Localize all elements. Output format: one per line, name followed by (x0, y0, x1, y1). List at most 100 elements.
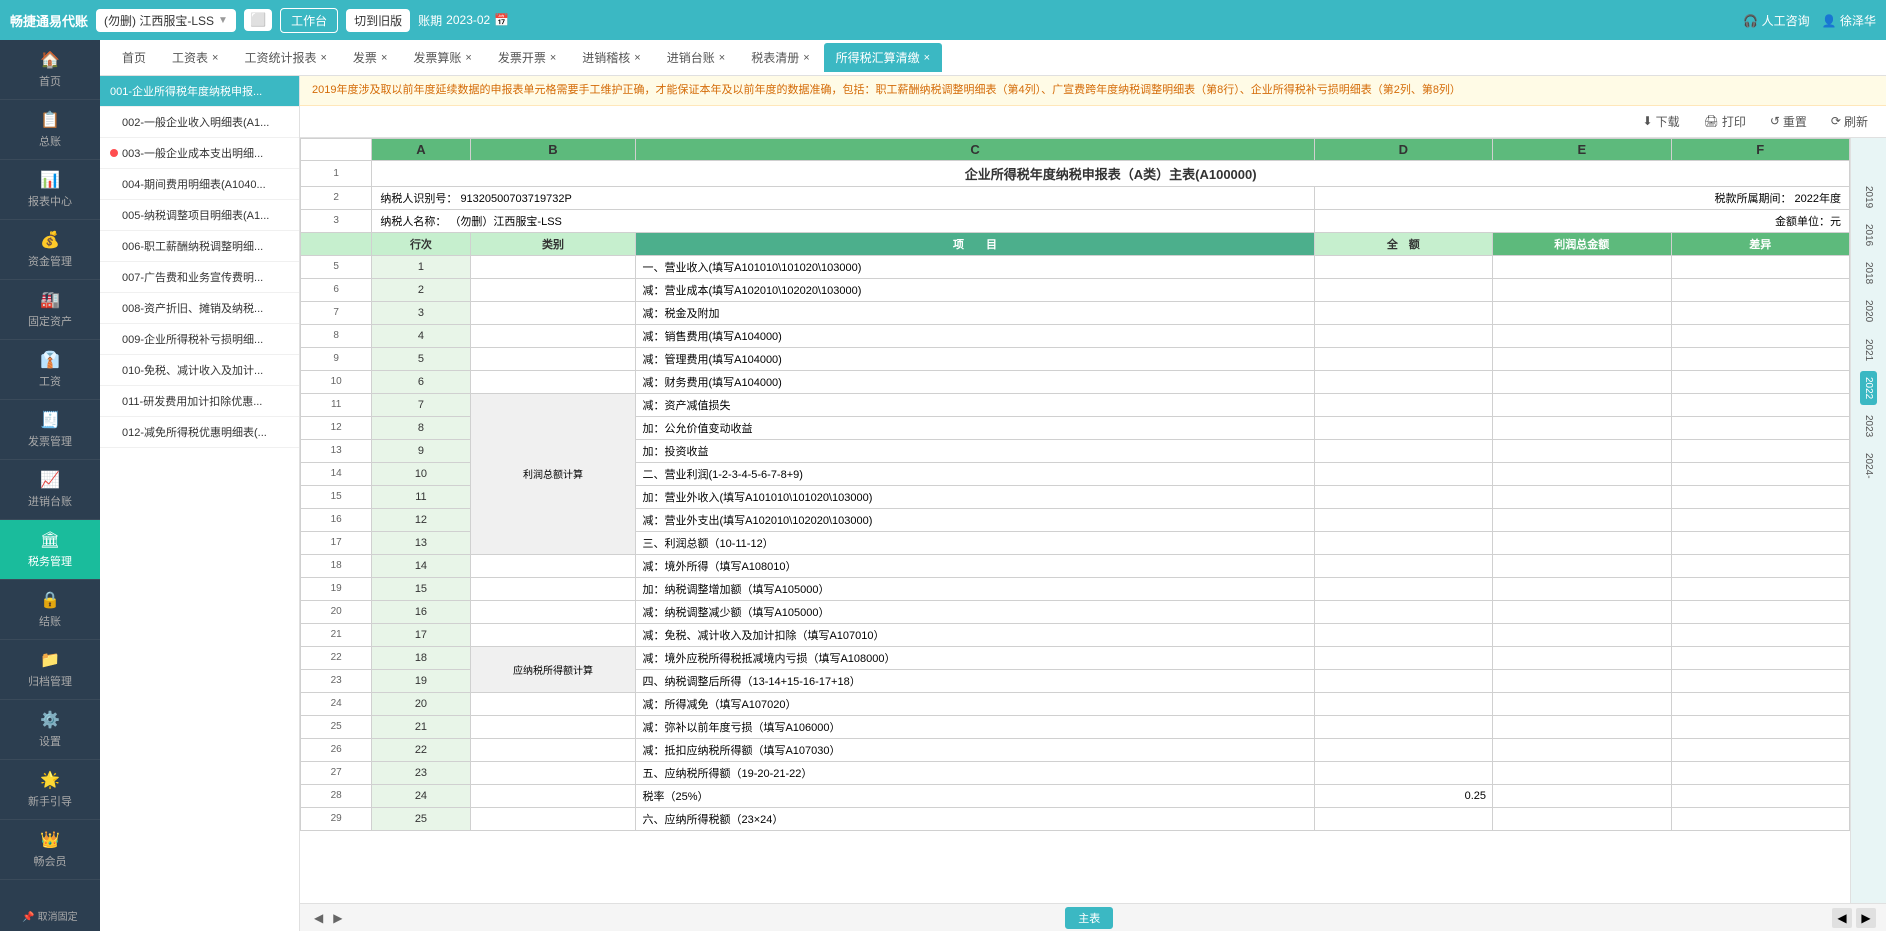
switch-old-button[interactable]: 切到旧版 (346, 9, 410, 32)
sidebar-item-close[interactable]: 🔒 结账 (0, 580, 100, 640)
tab-invoice-calc-close[interactable]: × (465, 52, 471, 64)
row-amount[interactable] (1314, 531, 1492, 554)
year-2021[interactable]: 2021 (1860, 333, 1877, 367)
year-2016[interactable]: 2016 (1860, 218, 1877, 252)
left-panel-item-008[interactable]: 008-资产折旧、摊销及纳税... (100, 293, 299, 324)
left-panel-item-012[interactable]: 012-减免所得税优惠明细表(... (100, 417, 299, 448)
left-panel-item-006[interactable]: 006-职工薪酬纳税调整明细... (100, 231, 299, 262)
tab-tax-register-close[interactable]: × (803, 52, 809, 64)
row-amount[interactable] (1314, 301, 1492, 324)
tab-sales-ledger[interactable]: 进销台账 × (655, 43, 737, 72)
reset-button[interactable]: ↺ 重置 (1764, 110, 1813, 133)
sidebar-item-guide[interactable]: 🌟 新手引导 (0, 760, 100, 820)
row-item[interactable]: 二、营业利润(1-2-3-4-5-6-7-8+9) (636, 462, 1314, 485)
row-item[interactable]: 加：投资收益 (636, 439, 1314, 462)
sidebar-item-finance[interactable]: 💰 资金管理 (0, 220, 100, 280)
row-amount[interactable] (1314, 554, 1492, 577)
tab-invoice[interactable]: 发票 × (341, 43, 399, 72)
year-2020[interactable]: 2020 (1860, 294, 1877, 328)
sidebar-item-home[interactable]: 🏠 首页 (0, 40, 100, 100)
row-item[interactable]: 税率（25%） (636, 784, 1314, 807)
row-amount[interactable] (1314, 692, 1492, 715)
year-2023[interactable]: 2023 (1860, 409, 1877, 443)
company-selector[interactable]: (勿删) 江西服宝-LSS ▼ (96, 9, 236, 32)
sidebar-item-tax[interactable]: 🏛 税务管理 (0, 520, 100, 580)
sidebar-item-settings[interactable]: ⚙️ 设置 (0, 700, 100, 760)
left-panel-item-001[interactable]: 001-企业所得税年度纳税申报... (100, 76, 299, 107)
tab-salary[interactable]: 工资表 × (160, 43, 230, 72)
sidebar-item-archive[interactable]: 📁 归档管理 (0, 640, 100, 700)
copy-icon-button[interactable]: ⬜ (244, 9, 272, 31)
left-panel-item-009[interactable]: 009-企业所得税补亏损明细... (100, 324, 299, 355)
left-panel-item-003[interactable]: 003-一般企业成本支出明细... (100, 138, 299, 169)
tab-invoice-close[interactable]: × (381, 52, 387, 64)
row-item[interactable]: 减：管理费用(填写A104000) (636, 347, 1314, 370)
sidebar-item-invoice[interactable]: 🧾 发票管理 (0, 400, 100, 460)
row-item[interactable]: 减：所得减免（填写A107020） (636, 692, 1314, 715)
row-amount[interactable] (1314, 669, 1492, 692)
bottom-tab-main[interactable]: 主表 (1065, 907, 1113, 929)
scroll-left-button[interactable]: ◀ (1832, 908, 1852, 928)
row-item[interactable]: 五、应纳税所得额（19-20-21-22） (636, 761, 1314, 784)
tab-sales-ledger-close[interactable]: × (719, 52, 725, 64)
row-item[interactable]: 减：抵扣应纳税所得额（填写A107030） (636, 738, 1314, 761)
row-amount[interactable] (1314, 416, 1492, 439)
tab-income-tax-close[interactable]: × (924, 52, 930, 64)
row-amount[interactable] (1314, 807, 1492, 830)
year-2018[interactable]: 2018 (1860, 256, 1877, 290)
row-amount[interactable] (1314, 623, 1492, 646)
sidebar-item-ledger[interactable]: 📋 总账 (0, 100, 100, 160)
tab-invoice-calc[interactable]: 发票算账 × (401, 43, 483, 72)
row-amount[interactable] (1314, 439, 1492, 462)
download-button[interactable]: ⬇ 下载 (1637, 110, 1686, 133)
sidebar-item-vip[interactable]: 👑 畅会员 (0, 820, 100, 880)
sidebar-item-assets[interactable]: 🏭 固定资产 (0, 280, 100, 340)
ai-consult-button[interactable]: 🎧 人工咨询 (1743, 12, 1809, 29)
left-panel-item-005[interactable]: 005-纳税调整项目明细表(A1... (100, 200, 299, 231)
tab-salary-close[interactable]: × (212, 52, 218, 64)
left-panel-item-007[interactable]: 007-广告费和业务宣传费明... (100, 262, 299, 293)
row-item[interactable]: 加：纳税调整增加额（填写A105000） (636, 577, 1314, 600)
row-item[interactable]: 一、营业收入(填写A101010\101020\103000) (636, 255, 1314, 278)
nav-left-button[interactable]: ◀ (310, 911, 327, 925)
row-item[interactable]: 减：境外应税所得税抵减境内亏损（填写A108000） (636, 646, 1314, 669)
left-panel-item-002[interactable]: 002-一般企业收入明细表(A1... (100, 107, 299, 138)
row-amount[interactable] (1314, 347, 1492, 370)
tab-home[interactable]: 首页 (110, 43, 158, 72)
row-item[interactable]: 三、利润总额（10-11-12） (636, 531, 1314, 554)
left-panel-item-011[interactable]: 011-研发费用加计扣除优惠... (100, 386, 299, 417)
row-item[interactable]: 减：税金及附加 (636, 301, 1314, 324)
year-2024[interactable]: 2024- (1860, 447, 1877, 485)
workbench-button[interactable]: 工作台 (280, 8, 338, 33)
user-profile[interactable]: 👤 徐泽华 (1822, 12, 1876, 29)
tab-sales-check[interactable]: 进销稽核 × (570, 43, 652, 72)
row-amount[interactable] (1314, 393, 1492, 416)
nav-right-button[interactable]: ▶ (329, 911, 346, 925)
calendar-icon[interactable]: 📅 (494, 13, 509, 27)
row-amount-taxrate[interactable]: 0.25 (1314, 784, 1492, 807)
scroll-right-button[interactable]: ▶ (1856, 908, 1876, 928)
row-amount[interactable] (1314, 508, 1492, 531)
unpin-button[interactable]: 📌 取消固定 (22, 908, 77, 923)
row-amount[interactable] (1314, 646, 1492, 669)
row-amount[interactable] (1314, 715, 1492, 738)
year-2019[interactable]: 2019 (1860, 180, 1877, 214)
row-amount[interactable] (1314, 370, 1492, 393)
print-button[interactable]: 🖨 打印 (1698, 110, 1752, 133)
refresh-button[interactable]: ⟳ 刷新 (1825, 110, 1874, 133)
row-amount[interactable] (1314, 761, 1492, 784)
row-item[interactable]: 减：资产减值损失 (636, 393, 1314, 416)
tab-tax-register[interactable]: 税表清册 × (739, 43, 821, 72)
row-amount[interactable] (1314, 485, 1492, 508)
row-item[interactable]: 减：营业成本(填写A102010\102020\103000) (636, 278, 1314, 301)
row-item[interactable]: 加：公允价值变动收益 (636, 416, 1314, 439)
sidebar-item-salary[interactable]: 👔 工资 (0, 340, 100, 400)
row-item[interactable]: 加：营业外收入(填写A101010\101020\103000) (636, 485, 1314, 508)
left-panel-item-010[interactable]: 010-免税、减计收入及加计... (100, 355, 299, 386)
row-item[interactable]: 四、纳税调整后所得（13-14+15-16-17+18） (636, 669, 1314, 692)
tab-salary-stats-close[interactable]: × (320, 52, 326, 64)
tab-sales-check-close[interactable]: × (634, 52, 640, 64)
left-panel-item-004[interactable]: 004-期间费用明细表(A1040... (100, 169, 299, 200)
year-2022[interactable]: 2022 (1860, 371, 1877, 405)
row-amount[interactable] (1314, 324, 1492, 347)
